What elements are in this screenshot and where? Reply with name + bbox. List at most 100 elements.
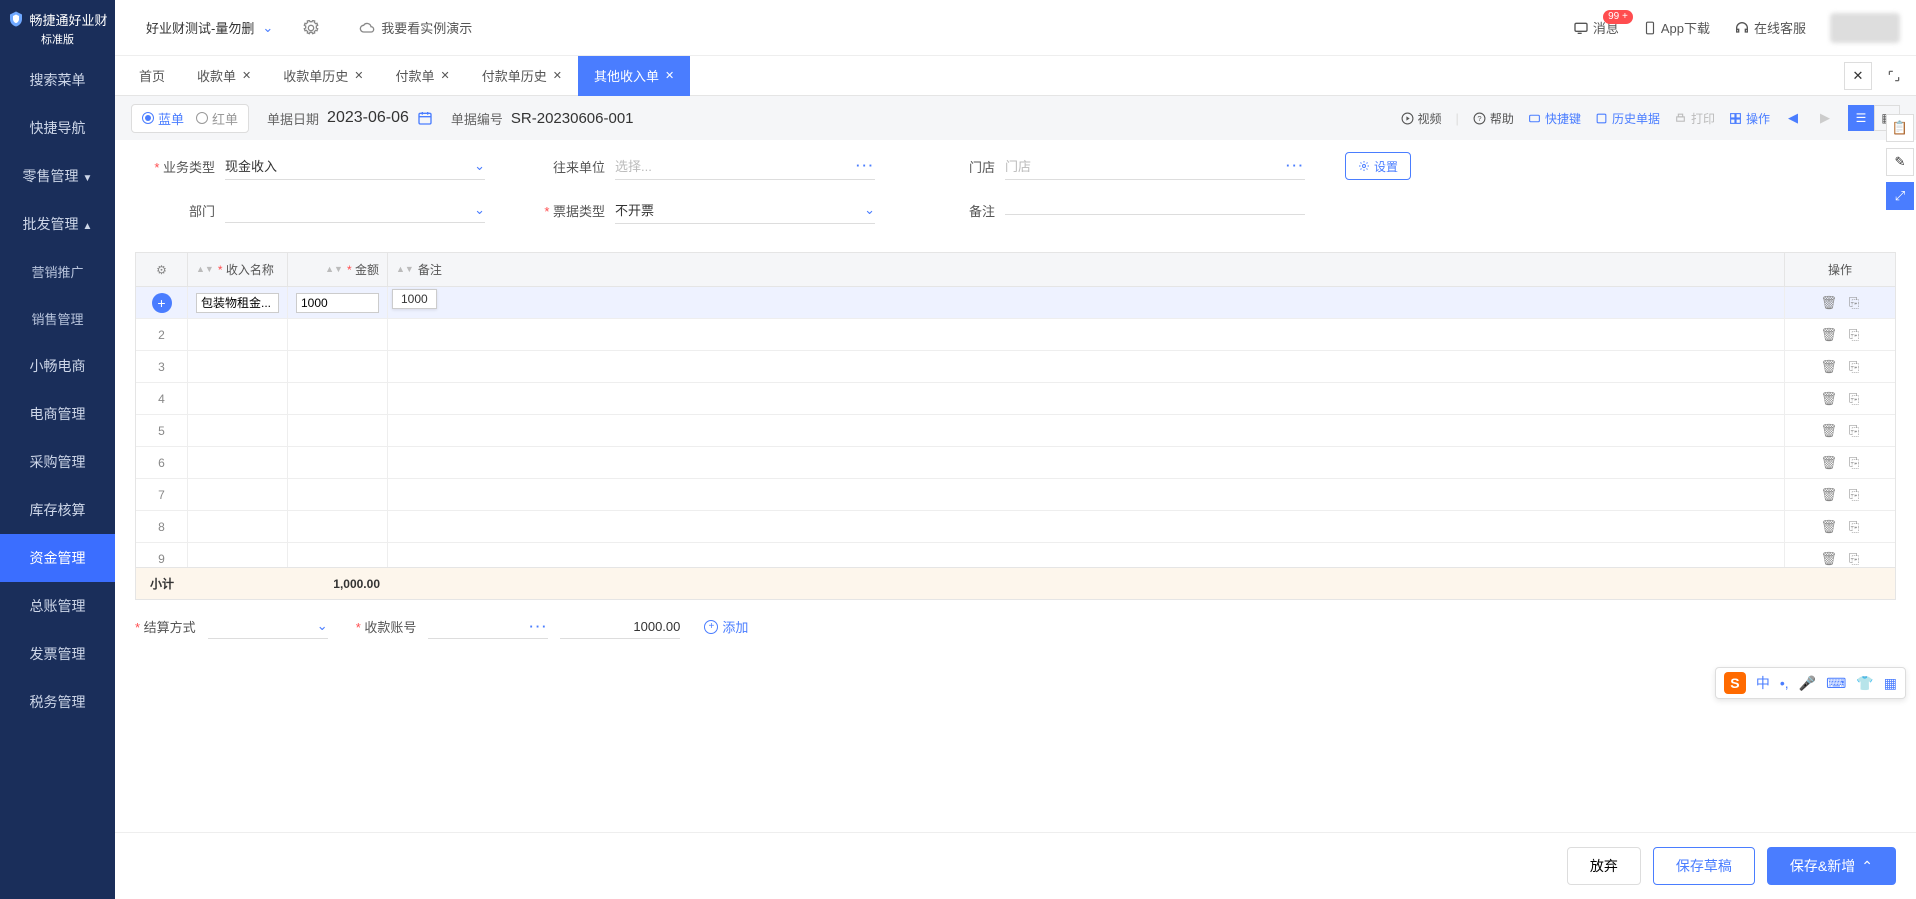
more-icon[interactable]: ··· [1286,158,1305,173]
ime-toolbar[interactable]: S 中 •, 🎤 ⌨ 👕 ▦ [1715,667,1906,699]
delete-icon[interactable]: 🗑 [1821,391,1838,407]
account-select[interactable]: ··· [428,615,548,639]
table-row[interactable]: 7🗑⎘ [136,479,1895,511]
add-row-button[interactable]: + [152,293,172,313]
copy-icon[interactable]: ⎘ [1849,551,1859,567]
shortcut-button[interactable]: 快捷键 [1528,110,1581,127]
copy-icon[interactable]: ⎘ [1849,295,1859,311]
view-list-button[interactable]: ☰ [1848,105,1874,131]
settings-icon[interactable] [303,20,319,36]
table-settings-icon[interactable]: ⚙ [156,263,167,277]
sidebar-item-purchase[interactable]: 采购管理 [0,438,115,486]
settle-amount[interactable]: 1000.00 [560,615,680,639]
rail-edit-button[interactable]: ✎ [1886,148,1914,176]
sidebar-item-finance[interactable]: 资金管理 [0,534,115,582]
radio-red[interactable]: 红单 [196,109,238,128]
copy-icon[interactable]: ⎘ [1849,391,1859,407]
delete-icon[interactable]: 🗑 [1821,551,1838,567]
tab-other-income[interactable]: 其他收入单✕ [578,56,690,96]
sidebar-item-ecommerce[interactable]: 电商管理 [0,390,115,438]
more-icon[interactable]: ··· [856,158,875,173]
save-draft-button[interactable]: 保存草稿 [1653,847,1755,885]
store-select[interactable]: 门店··· [1005,152,1305,180]
copy-icon[interactable]: ⎘ [1849,359,1859,375]
table-row[interactable]: 8🗑⎘ [136,511,1895,543]
remark-input[interactable] [1005,206,1305,215]
operate-button[interactable]: 操作 [1729,110,1770,127]
rail-notes-button[interactable]: 📋 [1886,114,1914,142]
sidebar-item-search[interactable]: 搜索菜单 [0,56,115,104]
close-all-tabs-button[interactable]: ✕ [1844,62,1872,90]
copy-icon[interactable]: ⎘ [1849,327,1859,343]
add-settlement-button[interactable]: + 添加 [704,617,748,636]
next-doc-button[interactable]: ▶ [1816,110,1834,126]
sidebar-item-sales[interactable]: 销售管理 [0,295,115,342]
biz-type-select[interactable]: 现金收入⌄ [225,152,485,180]
customer-service-button[interactable]: 在线客服 [1734,18,1806,37]
col-income-name[interactable]: ▲▼收入名称 [188,253,288,286]
sidebar-item-wholesale[interactable]: 批发管理▲ [0,200,115,248]
ime-punct-icon[interactable]: •, [1780,675,1789,691]
sidebar-item-xiaochang[interactable]: 小畅电商 [0,342,115,390]
income-name-input[interactable] [196,293,279,313]
app-download-button[interactable]: App下载 [1643,18,1710,37]
amount-input[interactable] [296,293,379,313]
delete-icon[interactable]: 🗑 [1821,327,1838,343]
delete-icon[interactable]: 🗑 [1821,423,1838,439]
radio-blue[interactable]: 蓝单 [142,109,184,128]
discard-button[interactable]: 放弃 [1567,847,1641,885]
close-icon[interactable]: ✕ [242,69,251,82]
sidebar-item-invoice[interactable]: 发票管理 [0,630,115,678]
save-new-button[interactable]: 保存&新增⌃ [1767,847,1896,885]
dept-select[interactable]: ⌄ [225,198,485,223]
sidebar-item-inventory[interactable]: 库存核算 [0,486,115,534]
copy-icon[interactable]: ⎘ [1849,423,1859,439]
tab-receipt[interactable]: 收款单✕ [181,56,267,96]
table-row[interactable]: 5🗑⎘ [136,415,1895,447]
tab-home[interactable]: 首页 [123,56,181,96]
prev-doc-button[interactable]: ◀ [1784,110,1802,126]
table-row[interactable]: 6🗑⎘ [136,447,1895,479]
close-icon[interactable]: ✕ [553,69,562,82]
date-value[interactable]: 2023-06-06 [327,109,409,127]
print-button[interactable]: 打印 [1674,110,1715,127]
copy-icon[interactable]: ⎘ [1849,519,1859,535]
tenant-selector[interactable]: 好业财测试-量勿删 ⌄ [146,18,273,37]
more-icon[interactable]: ··· [529,619,548,634]
sidebar-item-retail[interactable]: 零售管理▼ [0,152,115,200]
ime-voice-icon[interactable]: 🎤 [1799,675,1816,692]
close-icon[interactable]: ✕ [665,69,674,82]
col-amount[interactable]: ▲▼金额 [288,253,388,286]
delete-icon[interactable]: 🗑 [1821,455,1838,471]
invoice-select[interactable]: 不开票⌄ [615,196,875,224]
col-remark[interactable]: ▲▼备注 [388,253,1785,286]
delete-icon[interactable]: 🗑 [1821,519,1838,535]
history-button[interactable]: 历史单据 [1595,110,1660,127]
delete-icon[interactable]: 🗑 [1821,359,1838,375]
user-avatar[interactable] [1830,13,1900,43]
tab-payment[interactable]: 付款单✕ [379,56,465,96]
settings-button[interactable]: 设置 [1345,152,1411,180]
rail-expand-button[interactable]: ⤢ [1886,182,1914,210]
ime-skin-icon[interactable]: 👕 [1856,675,1873,692]
delete-icon[interactable]: 🗑 [1821,295,1838,311]
calendar-icon[interactable] [417,110,433,126]
settle-method-select[interactable]: ⌄ [208,614,328,639]
sidebar-item-quicknav[interactable]: 快捷导航 [0,104,115,152]
sidebar-item-marketing[interactable]: 营销推广 [0,248,115,295]
table-row[interactable]: 9🗑⎘ [136,543,1895,567]
table-row[interactable]: 2🗑⎘ [136,319,1895,351]
close-icon[interactable]: ✕ [441,69,450,82]
help-button[interactable]: ?帮助 [1473,110,1514,127]
sidebar-item-ledger[interactable]: 总账管理 [0,582,115,630]
close-icon[interactable]: ✕ [354,69,363,82]
ime-keyboard-icon[interactable]: ⌨ [1826,675,1846,692]
delete-icon[interactable]: 🗑 [1821,487,1838,503]
tab-payment-history[interactable]: 付款单历史✕ [466,56,578,96]
copy-icon[interactable]: ⎘ [1849,487,1859,503]
demo-link[interactable]: 我要看实例演示 [359,18,472,37]
table-row[interactable]: 3🗑⎘ [136,351,1895,383]
ime-grid-icon[interactable]: ▦ [1884,675,1897,692]
partner-select[interactable]: 选择...··· [615,152,875,180]
video-button[interactable]: 视频 [1401,110,1442,127]
